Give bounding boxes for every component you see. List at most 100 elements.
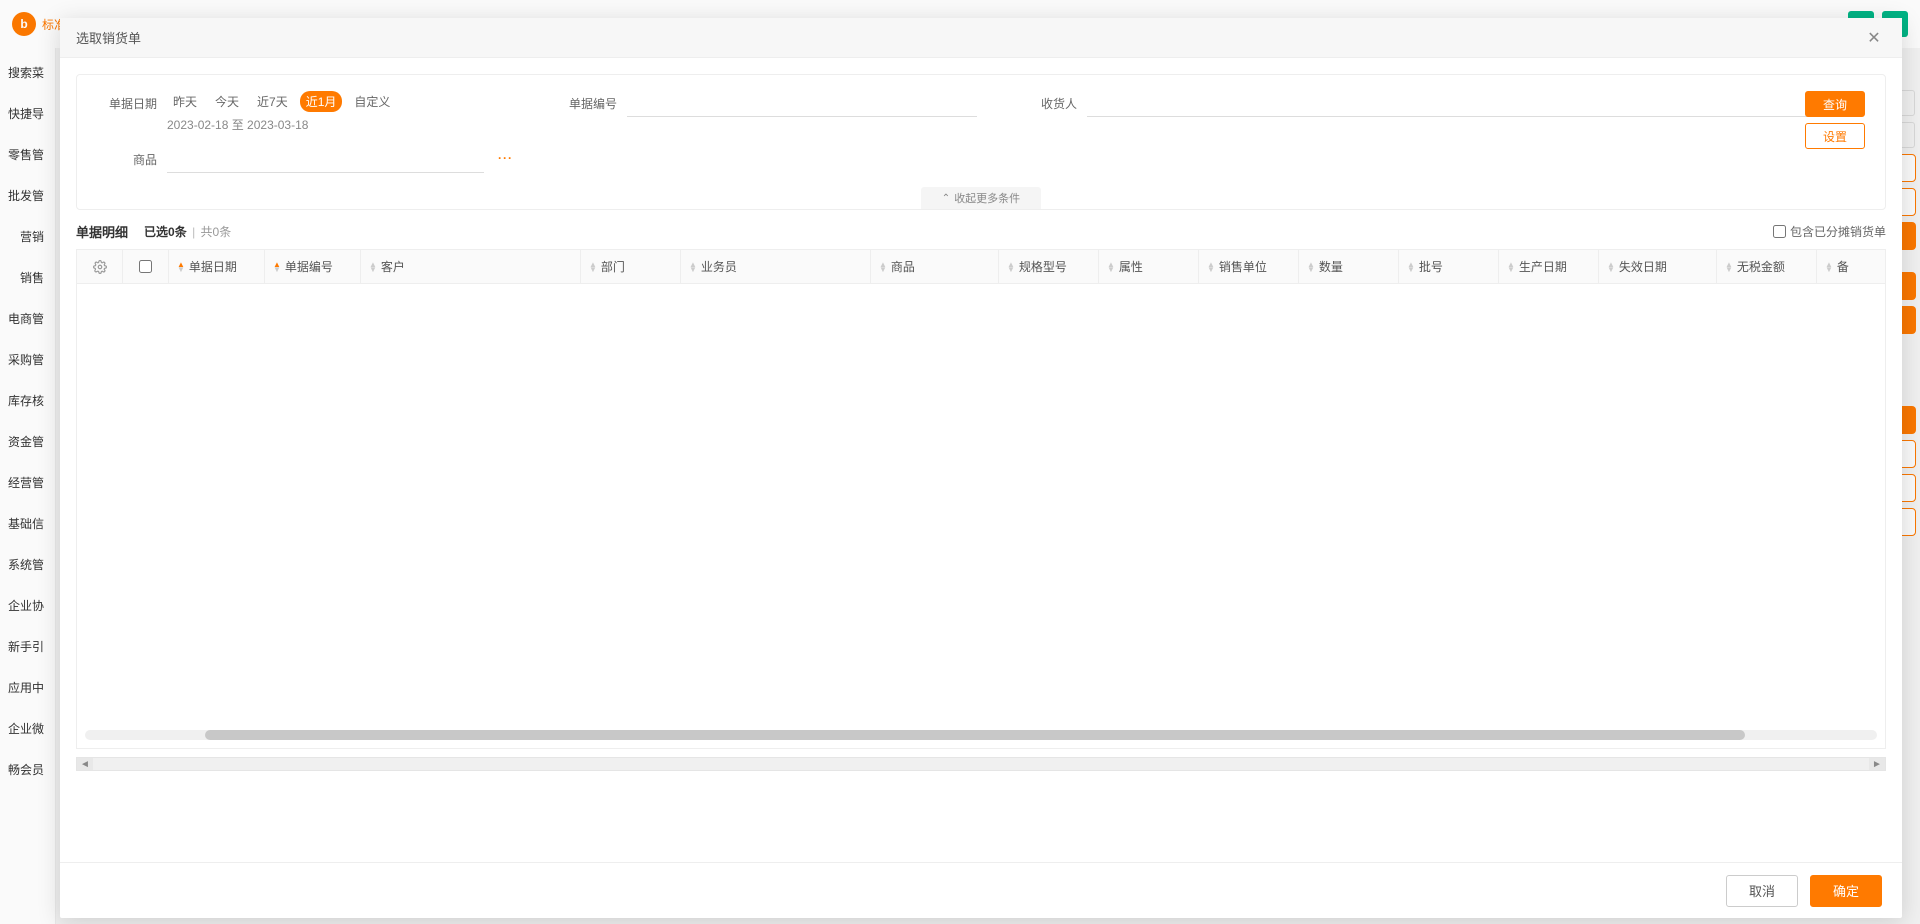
- preset-custom[interactable]: 自定义: [348, 91, 396, 112]
- preset-last7[interactable]: 近7天: [251, 91, 294, 112]
- collapse-filters-button[interactable]: ⌃ 收起更多条件: [921, 187, 1041, 209]
- modal-title: 选取销货单: [76, 28, 141, 47]
- th-qty[interactable]: ▲▼ 数量: [1299, 250, 1399, 283]
- sort-icon: ▲▼: [1107, 262, 1115, 272]
- sort-icon: ▲▼: [369, 262, 377, 272]
- filter-no-label: 单据编号: [557, 91, 617, 112]
- outer-horizontal-scrollbar[interactable]: ◄ ►: [76, 757, 1886, 771]
- th-remark-label: 备: [1837, 258, 1849, 275]
- column-settings-button[interactable]: [77, 250, 123, 283]
- collapse-text: 收起更多条件: [954, 190, 1020, 206]
- selected-count: 已选0条 | 共0条: [144, 223, 231, 240]
- th-date-label: 单据日期: [189, 258, 237, 275]
- detail-title: 单据明细: [76, 222, 128, 241]
- total-count: 共0条: [201, 225, 232, 239]
- th-batch-label: 批号: [1419, 258, 1443, 275]
- filter-receiver-label: 收货人: [1017, 91, 1077, 112]
- detail-bar: 单据明细 已选0条 | 共0条 包含已分摊销货单: [76, 222, 1886, 241]
- sort-icon: ▲▼: [1725, 262, 1733, 272]
- sort-icon: ▲▼: [879, 262, 887, 272]
- close-icon[interactable]: ✕: [1862, 26, 1886, 50]
- th-pdate[interactable]: ▲▼ 生产日期: [1499, 250, 1599, 283]
- table-wrap: ▲▼ 单据日期 ▲▼ 单据编号 ▲▼ 客户 ▲▼ 部门 ▲▼ 业务员 ▲▼ 商品 ▲▼ 规格型…: [76, 249, 1886, 749]
- select-sales-order-modal: 选取销货单 ✕ 单据日期 昨天 今天 近7天 近1月: [60, 18, 1902, 918]
- sort-icon: ▲▼: [177, 262, 185, 272]
- scroll-left-arrow-icon[interactable]: ◄: [77, 758, 93, 770]
- th-amt-label: 无税金额: [1737, 258, 1785, 275]
- th-unit-label: 销售单位: [1219, 258, 1267, 275]
- scroll-right-arrow-icon[interactable]: ►: [1869, 758, 1885, 770]
- filter-receiver-input[interactable]: [1087, 91, 1832, 117]
- th-sales[interactable]: ▲▼ 业务员: [681, 250, 871, 283]
- cancel-button[interactable]: 取消: [1726, 875, 1798, 907]
- th-no[interactable]: ▲▼ 单据编号: [265, 250, 361, 283]
- th-remark[interactable]: ▲▼ 备: [1817, 250, 1877, 283]
- modal-footer: 取消 确定: [60, 862, 1902, 918]
- settings-button[interactable]: 设置: [1805, 123, 1865, 149]
- th-no-label: 单据编号: [285, 258, 333, 275]
- sort-icon: ▲▼: [1007, 262, 1015, 272]
- th-amt[interactable]: ▲▼ 无税金额: [1717, 250, 1817, 283]
- sort-icon: ▲▼: [273, 262, 281, 272]
- sort-icon: ▲▼: [1825, 262, 1833, 272]
- th-dept-label: 部门: [601, 258, 625, 275]
- modal-header: 选取销货单 ✕: [60, 18, 1902, 58]
- chevron-up-icon: ⌃: [942, 193, 950, 204]
- th-select-all[interactable]: [123, 250, 169, 283]
- sort-icon: ▲▼: [689, 262, 697, 272]
- filter-buttons: 查询 设置: [1805, 91, 1865, 149]
- th-attr[interactable]: ▲▼ 属性: [1099, 250, 1199, 283]
- count-sep: |: [192, 225, 195, 239]
- th-attr-label: 属性: [1119, 258, 1143, 275]
- th-sales-label: 业务员: [701, 258, 737, 275]
- select-all-checkbox[interactable]: [139, 260, 152, 273]
- sort-icon: ▲▼: [1507, 262, 1515, 272]
- th-customer[interactable]: ▲▼ 客户: [361, 250, 581, 283]
- modal-overlay: 选取销货单 ✕ 单据日期 昨天 今天 近7天 近1月: [0, 0, 1920, 924]
- modal-body: 单据日期 昨天 今天 近7天 近1月 自定义 2023-02-18 至 2023…: [60, 58, 1902, 862]
- confirm-button[interactable]: 确定: [1810, 875, 1882, 907]
- include-label: 包含已分摊销货单: [1790, 223, 1886, 240]
- filter-no-input[interactable]: [627, 91, 977, 117]
- sort-icon: ▲▼: [1607, 262, 1615, 272]
- filter-product-label: 商品: [97, 147, 157, 168]
- th-product[interactable]: ▲▼ 商品: [871, 250, 999, 283]
- date-presets: 昨天 今天 近7天 近1月 自定义: [167, 91, 517, 112]
- th-product-label: 商品: [891, 258, 915, 275]
- th-qty-label: 数量: [1319, 258, 1343, 275]
- selected-prefix: 已选: [144, 225, 168, 239]
- th-spec[interactable]: ▲▼ 规格型号: [999, 250, 1099, 283]
- filter-date-group: 单据日期 昨天 今天 近7天 近1月 自定义 2023-02-18 至 2023…: [97, 91, 517, 133]
- th-dept[interactable]: ▲▼ 部门: [581, 250, 681, 283]
- filter-date-label: 单据日期: [97, 91, 157, 112]
- include-distributed-checkbox[interactable]: [1773, 225, 1786, 238]
- sort-icon: ▲▼: [1307, 262, 1315, 272]
- date-range-text[interactable]: 2023-02-18 至 2023-03-18: [167, 116, 517, 133]
- filter-no-group: 单据编号: [557, 91, 977, 133]
- th-pdate-label: 生产日期: [1519, 258, 1567, 275]
- filter-receiver-group: 收货人 ···: [1017, 91, 1865, 133]
- sort-icon: ▲▼: [1207, 262, 1215, 272]
- th-edate-label: 失效日期: [1619, 258, 1667, 275]
- sort-icon: ▲▼: [1407, 262, 1415, 272]
- table-header: ▲▼ 单据日期 ▲▼ 单据编号 ▲▼ 客户 ▲▼ 部门 ▲▼ 业务员 ▲▼ 商品 ▲▼ 规格型…: [77, 250, 1885, 284]
- th-date[interactable]: ▲▼ 单据日期: [169, 250, 265, 283]
- filter-panel: 单据日期 昨天 今天 近7天 近1月 自定义 2023-02-18 至 2023…: [76, 74, 1886, 210]
- th-spec-label: 规格型号: [1019, 258, 1067, 275]
- include-checkbox-group[interactable]: 包含已分摊销货单: [1773, 223, 1886, 240]
- product-more-icon[interactable]: ···: [494, 147, 517, 169]
- table-horizontal-scrollbar[interactable]: [85, 730, 1877, 740]
- selected-number: 0条: [168, 225, 187, 239]
- scrollbar-thumb[interactable]: [205, 730, 1745, 740]
- preset-yesterday[interactable]: 昨天: [167, 91, 203, 112]
- th-unit[interactable]: ▲▼ 销售单位: [1199, 250, 1299, 283]
- th-batch[interactable]: ▲▼ 批号: [1399, 250, 1499, 283]
- preset-today[interactable]: 今天: [209, 91, 245, 112]
- filter-product-group: 商品 ···: [97, 147, 517, 173]
- th-customer-label: 客户: [381, 258, 405, 275]
- filter-product-input[interactable]: [167, 147, 484, 173]
- th-edate[interactable]: ▲▼ 失效日期: [1599, 250, 1717, 283]
- search-button[interactable]: 查询: [1805, 91, 1865, 117]
- preset-last1month[interactable]: 近1月: [300, 91, 343, 112]
- sort-icon: ▲▼: [589, 262, 597, 272]
